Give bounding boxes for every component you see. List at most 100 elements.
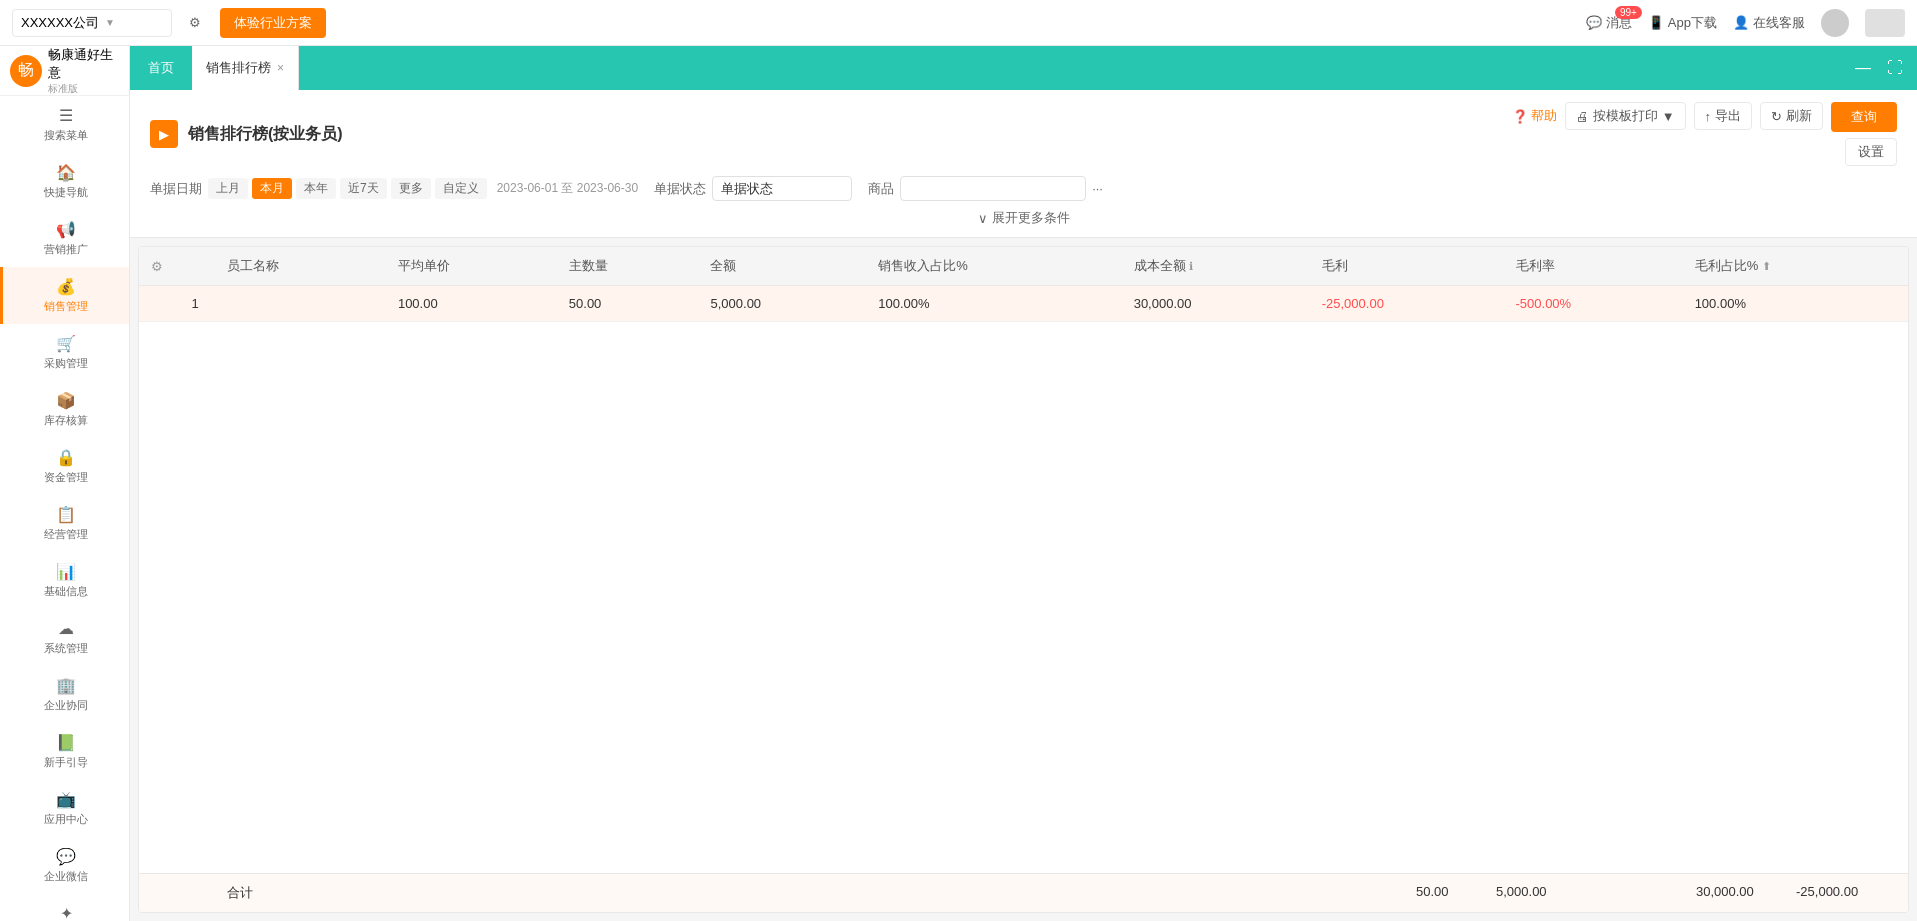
sidebar-item-label: 营销推广 <box>44 242 88 257</box>
row-settings-icon <box>139 286 175 322</box>
data-table: ⚙ 员工名称 平均单价 主数量 全额 销售收入占比% 成本全额 ℹ 毛利 毛利率… <box>139 247 1908 322</box>
chip-last-month[interactable]: 上月 <box>208 178 248 199</box>
row-gross-rate: -500.00% <box>1504 286 1683 322</box>
sidebar-item-label: 企业微信 <box>44 869 88 884</box>
sidebar-item-label: 搜索菜单 <box>44 128 88 143</box>
tab-sales-rank[interactable]: 销售排行榜 × <box>192 46 299 90</box>
status-select[interactable]: 单据状态 <box>712 176 852 201</box>
footer-label: 合计 <box>227 885 253 900</box>
sidebar-item-label: 库存核算 <box>44 413 88 428</box>
basics-icon: 📊 <box>56 562 76 581</box>
col-cost: 成本全额 ℹ <box>1122 247 1310 286</box>
chip-more[interactable]: 更多 <box>391 178 431 199</box>
sidebar-item-inventory[interactable]: 📦 库存核算 <box>0 381 129 438</box>
service-icon: 👤 <box>1733 15 1749 30</box>
app-download-btn[interactable]: 📱 App下载 <box>1648 14 1717 32</box>
date-filter: 单据日期 上月 本月 本年 近7天 更多 自定义 2023-06-01 至 20… <box>150 178 638 199</box>
chip-this-month[interactable]: 本月 <box>252 178 292 199</box>
logo-text: 畅康通好生意 <box>48 46 119 82</box>
refresh-icon: ↻ <box>1771 109 1782 124</box>
status-label: 单据状态 <box>654 180 706 198</box>
company-selector[interactable]: XXXXXX公司 ▼ <box>12 9 172 37</box>
footer-quantity: 50.00 <box>1416 884 1449 899</box>
tab-home[interactable]: 首页 <box>130 46 192 90</box>
col-gross-rate: 毛利率 <box>1504 247 1683 286</box>
sidebar-item-label: 经营管理 <box>44 527 88 542</box>
help-label: 帮助 <box>1531 107 1557 125</box>
row-quantity: 50.00 <box>557 286 699 322</box>
sidebar-item-appcenter[interactable]: 📺 应用中心 <box>0 780 129 837</box>
col-amount: 全额 <box>698 247 866 286</box>
sidebar-item-basics[interactable]: 📊 基础信息 <box>0 552 129 609</box>
sidebar-item-quicknav[interactable]: 🏠 快捷导航 <box>0 153 129 210</box>
appcenter-icon: 📺 <box>56 790 76 809</box>
sidebar-item-label: 销售管理 <box>44 299 88 314</box>
sidebar-item-label: 系统管理 <box>44 641 88 656</box>
quick-query-btn[interactable]: ▶ <box>150 120 178 148</box>
sidebar: 畅 畅康通好生意 标准版 ☰ 搜索菜单 🏠 快捷导航 📢 营销推广 💰 销售管理… <box>0 46 130 921</box>
tab-minimize-icon[interactable]: — <box>1849 54 1877 82</box>
export-label: 导出 <box>1715 107 1741 125</box>
online-service-btn[interactable]: 👤 在线客服 <box>1733 14 1805 32</box>
sidebar-item-finance[interactable]: 🔒 资金管理 <box>0 438 129 495</box>
settings-icon[interactable]: ⚙ <box>180 8 210 38</box>
sidebar-item-operations[interactable]: 📋 经营管理 <box>0 495 129 552</box>
sidebar-item-wechat[interactable]: 💬 企业微信 <box>0 837 129 894</box>
export-button[interactable]: ↑ 导出 <box>1694 102 1753 130</box>
row-gross-pct: 100.00% <box>1683 286 1908 322</box>
refresh-button[interactable]: ↻ 刷新 <box>1760 102 1823 130</box>
goods-input[interactable] <box>900 176 1086 201</box>
sidebar-item-enterprise[interactable]: 🏢 企业协同 <box>0 666 129 723</box>
chip-custom[interactable]: 自定义 <box>435 178 487 199</box>
query-button[interactable]: 查询 <box>1831 102 1897 132</box>
chip-7days[interactable]: 近7天 <box>340 178 387 199</box>
sidebar-item-label: 资金管理 <box>44 470 88 485</box>
trial-button[interactable]: 体验行业方案 <box>220 8 326 38</box>
sidebar-logo: 畅 畅康通好生意 标准版 <box>0 46 129 96</box>
print-button[interactable]: 🖨 按模板打印 ▼ <box>1565 102 1686 130</box>
page-title: 销售排行榜(按业务员) <box>188 124 343 145</box>
sidebar-item-purchase[interactable]: 🛒 采购管理 <box>0 324 129 381</box>
filter-area: 单据日期 上月 本月 本年 近7天 更多 自定义 2023-06-01 至 20… <box>150 176 1897 237</box>
expand-more-btn[interactable]: ∨ 展开更多条件 <box>978 209 1070 227</box>
tab-close-icon[interactable]: × <box>277 61 284 75</box>
online-service-label: 在线客服 <box>1753 14 1805 32</box>
sidebar-item-sales[interactable]: 💰 销售管理 <box>0 267 129 324</box>
more-icon[interactable]: ··· <box>1092 181 1103 196</box>
sidebar-item-marketing[interactable]: 📢 营销推广 <box>0 210 129 267</box>
row-cost: 30,000.00 <box>1122 286 1310 322</box>
message-btn[interactable]: 💬 消息 99+ <box>1586 14 1632 32</box>
export-icon: ↑ <box>1705 109 1712 124</box>
sidebar-item-system[interactable]: ☁ 系统管理 <box>0 609 129 666</box>
date-range: 2023-06-01 至 2023-06-30 <box>497 180 638 197</box>
help-link[interactable]: ❓ 帮助 <box>1512 107 1557 125</box>
sidebar-item-guide[interactable]: 📗 新手引导 <box>0 723 129 780</box>
search-menu-icon: ☰ <box>59 106 73 125</box>
col-settings[interactable]: ⚙ <box>139 247 175 286</box>
wechat-icon: 💬 <box>56 847 76 866</box>
header-right: 💬 消息 99+ 📱 App下载 👤 在线客服 <box>1586 9 1905 37</box>
marketing-icon: 📢 <box>56 220 76 239</box>
page-header: ▶ 销售排行榜(按业务员) ❓ 帮助 🖨 <box>130 90 1917 238</box>
table-container: ⚙ 员工名称 平均单价 主数量 全额 销售收入占比% 成本全额 ℹ 毛利 毛利率… <box>138 246 1909 913</box>
sidebar-item-search[interactable]: ☰ 搜索菜单 <box>0 96 129 153</box>
chevron-down-icon: ▼ <box>105 17 115 28</box>
date-label: 单据日期 <box>150 180 202 198</box>
guide-icon: 📗 <box>56 733 76 752</box>
sidebar-item-label: 快捷导航 <box>44 185 88 200</box>
sidebar-item-member[interactable]: ✦ 畅会员 <box>0 894 129 921</box>
table-spacer <box>139 322 1908 873</box>
avatar[interactable] <box>1821 9 1849 37</box>
chip-this-year[interactable]: 本年 <box>296 178 336 199</box>
tab-maximize-icon[interactable]: ⛶ <box>1881 54 1909 82</box>
header-row: ⚙ 员工名称 平均单价 主数量 全额 销售收入占比% 成本全额 ℹ 毛利 毛利率… <box>139 247 1908 286</box>
col-sales-pct: 销售收入占比% <box>866 247 1121 286</box>
refresh-label: 刷新 <box>1786 107 1812 125</box>
user-name-area[interactable] <box>1865 9 1905 37</box>
settings-button[interactable]: 设置 <box>1845 138 1897 166</box>
table-body: 1 100.00 50.00 5,000.00 100.00% 30,000.0… <box>139 286 1908 322</box>
table-row: 1 100.00 50.00 5,000.00 100.00% 30,000.0… <box>139 286 1908 322</box>
tab-sales-rank-label: 销售排行榜 <box>206 59 271 77</box>
col-gross-pct: 毛利占比% ⬆ <box>1683 247 1908 286</box>
member-icon: ✦ <box>60 904 73 921</box>
